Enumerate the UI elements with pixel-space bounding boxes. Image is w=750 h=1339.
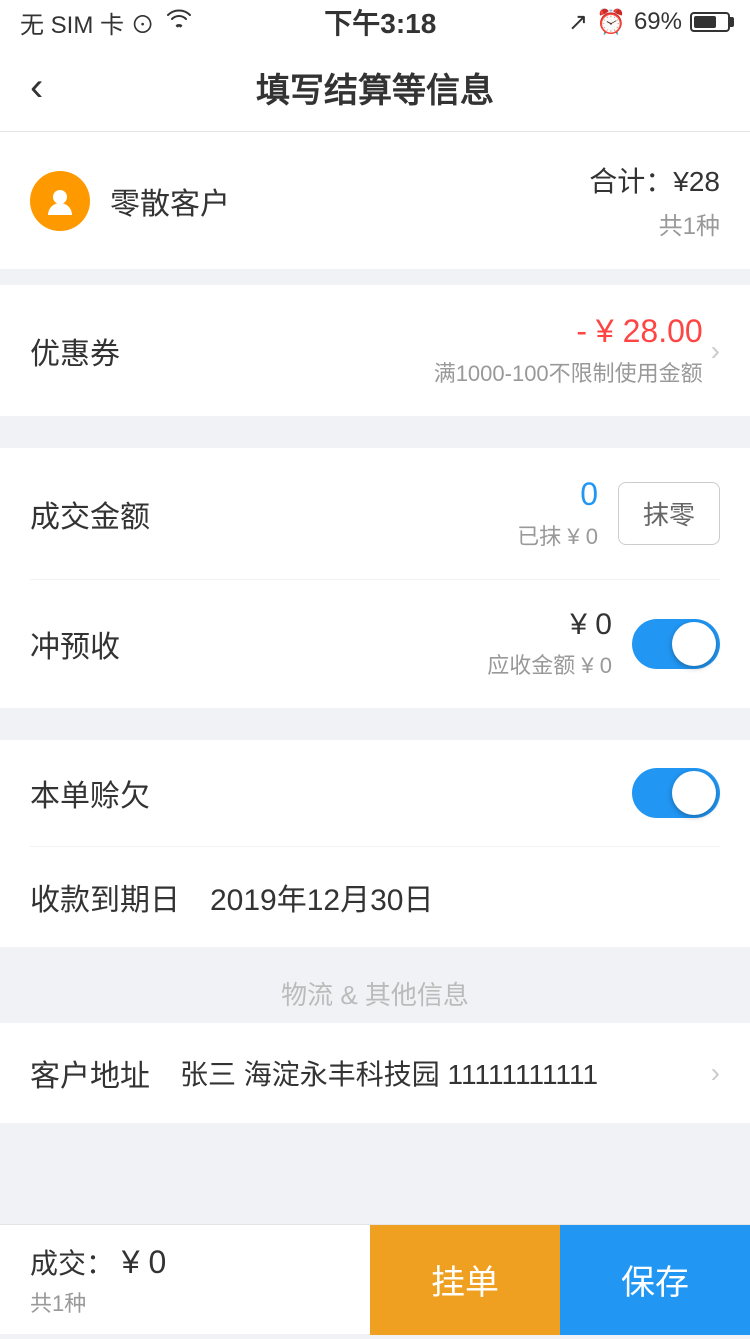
customer-right: 合计：¥28 共1种	[589, 160, 720, 241]
prepay-label: 冲预收	[30, 622, 120, 666]
address-value: 张三 海淀永丰科技园 11111111111	[180, 1053, 703, 1093]
logistics-label: 物流 & 其他信息	[281, 975, 469, 1012]
due-date-value: 2019年12月30日	[210, 875, 433, 919]
deal-amount-col: 0 已抹 ¥ 0	[517, 476, 598, 551]
due-date-row: 收款到期日 2019年12月30日	[0, 847, 750, 947]
customer-count: 共1种	[589, 206, 720, 241]
coupon-label: 优惠券	[30, 329, 120, 373]
deal-amount-card: 成交金额 0 已抹 ¥ 0 抹零 冲预收 ¥ 0 应收金额 ¥ 0	[0, 448, 750, 708]
bottom-left: 成交： ¥ 0 共1种	[0, 1242, 370, 1318]
round-zero-button[interactable]: 抹零	[618, 482, 720, 545]
bottom-bar: 成交： ¥ 0 共1种 挂单 保存	[0, 1224, 750, 1334]
battery-icon	[690, 12, 730, 32]
status-time: 下午3:18	[324, 2, 436, 42]
deal-amount-label: 成交金额	[30, 492, 150, 536]
coupon-desc: 满1000-100不限制使用金额	[434, 356, 703, 388]
customer-row: 零散客户 合计：¥28 共1种	[0, 132, 750, 269]
bottom-deal-amount: ¥ 0	[122, 1244, 166, 1280]
address-label: 客户地址	[30, 1051, 150, 1095]
deal-value: 0	[517, 476, 598, 513]
prepay-right: ¥ 0 应收金额 ¥ 0	[487, 608, 720, 680]
toggle-knob-prepay	[672, 622, 716, 666]
prepay-amount-col: ¥ 0 应收金额 ¥ 0	[487, 608, 612, 680]
logistics-separator: 物流 & 其他信息	[0, 963, 750, 1023]
status-right: ↗ ⏰ 69%	[568, 8, 730, 37]
due-date-label: 收款到期日	[30, 875, 180, 919]
status-left: 无 SIM 卡 ⊙	[20, 5, 193, 40]
coupon-row[interactable]: 优惠券 - ¥ 28.00 满1000-100不限制使用金额 ›	[0, 285, 750, 416]
deal-sub: 已抹 ¥ 0	[517, 519, 598, 551]
customer-card: 零散客户 合计：¥28 共1种	[0, 132, 750, 269]
sim-text: 无 SIM 卡 ⊙	[20, 5, 155, 40]
toggle-knob-debt	[672, 771, 716, 815]
customer-avatar	[30, 171, 90, 231]
customer-name: 零散客户	[110, 179, 230, 223]
address-card: 客户地址 张三 海淀永丰科技园 11111111111 ›	[0, 1023, 750, 1123]
location-icon: ↗	[568, 8, 588, 37]
bottom-deal-row: 成交： ¥ 0	[30, 1242, 340, 1282]
nav-bar: ‹ 填写结算等信息	[0, 44, 750, 132]
deal-right: 0 已抹 ¥ 0 抹零	[517, 476, 720, 551]
chevron-right-icon: ›	[711, 335, 720, 367]
coupon-card: 优惠券 - ¥ 28.00 满1000-100不限制使用金额 ›	[0, 285, 750, 416]
customer-total: 合计：¥28	[589, 160, 720, 200]
debt-row: 本单赊欠	[0, 740, 750, 846]
deal-amount-row: 成交金额 0 已抹 ¥ 0 抹零	[0, 448, 750, 579]
prepay-row: 冲预收 ¥ 0 应收金额 ¥ 0	[0, 580, 750, 708]
bottom-deal-label: 成交：	[30, 1248, 114, 1279]
bottom-count: 共1种	[30, 1286, 340, 1318]
back-button[interactable]: ‹	[30, 65, 43, 110]
address-chevron-icon: ›	[711, 1057, 720, 1089]
coupon-right: - ¥ 28.00 满1000-100不限制使用金额	[434, 313, 703, 388]
battery-text: 69%	[634, 8, 682, 36]
status-bar: 无 SIM 卡 ⊙ 下午3:18 ↗ ⏰ 69%	[0, 0, 750, 44]
customer-left: 零散客户	[30, 171, 230, 231]
pending-button[interactable]: 挂单	[370, 1225, 560, 1335]
section-separator-1	[0, 432, 750, 448]
page-title: 填写结算等信息	[256, 63, 494, 112]
prepay-toggle[interactable]	[632, 619, 720, 669]
section-separator-2	[0, 724, 750, 740]
debt-toggle[interactable]	[632, 768, 720, 818]
prepay-value: ¥ 0	[487, 608, 612, 642]
wifi-icon	[165, 8, 193, 36]
debt-card: 本单赊欠 收款到期日 2019年12月30日	[0, 740, 750, 947]
save-button[interactable]: 保存	[560, 1225, 750, 1335]
alarm-icon: ⏰	[596, 8, 626, 37]
debt-label: 本单赊欠	[30, 771, 150, 815]
coupon-amount: - ¥ 28.00	[434, 313, 703, 350]
address-row[interactable]: 客户地址 张三 海淀永丰科技园 11111111111 ›	[0, 1023, 750, 1123]
prepay-sub: 应收金额 ¥ 0	[487, 648, 612, 680]
content: 零散客户 合计：¥28 共1种 优惠券 - ¥ 28.00 满1000-100不…	[0, 132, 750, 1339]
